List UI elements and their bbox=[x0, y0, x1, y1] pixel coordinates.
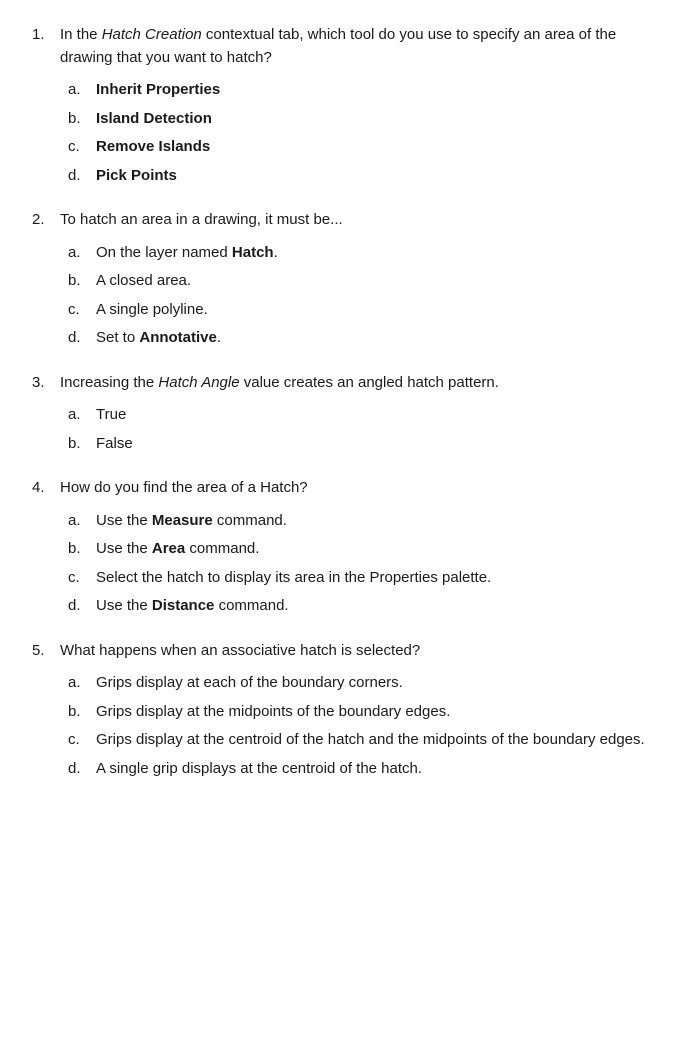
option-letter: b. bbox=[68, 433, 88, 456]
list-item: d. Use the Distance command. bbox=[68, 595, 666, 618]
option-text: A closed area. bbox=[96, 270, 666, 293]
option-letter: d. bbox=[68, 165, 88, 188]
list-item: c. Remove Islands bbox=[68, 136, 666, 159]
list-item: b. Island Detection bbox=[68, 108, 666, 131]
question-5-number: 5. bbox=[32, 640, 54, 663]
option-text: A single grip displays at the centroid o… bbox=[96, 758, 666, 781]
option-text: Use the Distance command. bbox=[96, 595, 666, 618]
question-1-number: 1. bbox=[32, 24, 54, 69]
question-5: 5. What happens when an associative hatc… bbox=[32, 640, 666, 781]
option-text: Use the Area command. bbox=[96, 538, 666, 561]
question-4: 4. How do you find the area of a Hatch? … bbox=[32, 477, 666, 618]
list-item: c. Grips display at the centroid of the … bbox=[68, 729, 666, 752]
option-text: Grips display at the midpoints of the bo… bbox=[96, 701, 666, 724]
option-text: A single polyline. bbox=[96, 299, 666, 322]
option-letter: c. bbox=[68, 729, 88, 752]
question-3: 3. Increasing the Hatch Angle value crea… bbox=[32, 372, 666, 456]
question-4-number: 4. bbox=[32, 477, 54, 500]
option-letter: b. bbox=[68, 701, 88, 724]
list-item: a. Grips display at each of the boundary… bbox=[68, 672, 666, 695]
option-letter: d. bbox=[68, 595, 88, 618]
option-text: Remove Islands bbox=[96, 136, 666, 159]
option-letter: a. bbox=[68, 242, 88, 265]
list-item: d. A single grip displays at the centroi… bbox=[68, 758, 666, 781]
question-3-number: 3. bbox=[32, 372, 54, 395]
option-text: Grips display at the centroid of the hat… bbox=[96, 729, 666, 752]
option-text: True bbox=[96, 404, 666, 427]
list-item: a. True bbox=[68, 404, 666, 427]
option-letter: b. bbox=[68, 270, 88, 293]
option-letter: b. bbox=[68, 108, 88, 131]
option-text: Island Detection bbox=[96, 108, 666, 131]
option-letter: a. bbox=[68, 672, 88, 695]
option-letter: c. bbox=[68, 136, 88, 159]
option-text: False bbox=[96, 433, 666, 456]
option-text: Inherit Properties bbox=[96, 79, 666, 102]
list-item: d. Set to Annotative. bbox=[68, 327, 666, 350]
question-1: 1. In the Hatch Creation contextual tab,… bbox=[32, 24, 666, 187]
question-1-text: In the Hatch Creation contextual tab, wh… bbox=[60, 24, 666, 69]
option-letter: d. bbox=[68, 758, 88, 781]
option-letter: c. bbox=[68, 299, 88, 322]
question-2: 2. To hatch an area in a drawing, it mus… bbox=[32, 209, 666, 350]
question-3-text: Increasing the Hatch Angle value creates… bbox=[60, 372, 666, 395]
option-text: Grips display at each of the boundary co… bbox=[96, 672, 666, 695]
option-letter: c. bbox=[68, 567, 88, 590]
question-2-text: To hatch an area in a drawing, it must b… bbox=[60, 209, 666, 232]
list-item: a. Use the Measure command. bbox=[68, 510, 666, 533]
option-text: Pick Points bbox=[96, 165, 666, 188]
list-item: b. False bbox=[68, 433, 666, 456]
list-item: b. Use the Area command. bbox=[68, 538, 666, 561]
question-3-options: a. True b. False bbox=[68, 404, 666, 455]
list-item: c. A single polyline. bbox=[68, 299, 666, 322]
list-item: a. On the layer named Hatch. bbox=[68, 242, 666, 265]
question-4-options: a. Use the Measure command. b. Use the A… bbox=[68, 510, 666, 618]
question-5-options: a. Grips display at each of the boundary… bbox=[68, 672, 666, 780]
option-letter: a. bbox=[68, 404, 88, 427]
option-text: Use the Measure command. bbox=[96, 510, 666, 533]
question-5-text: What happens when an associative hatch i… bbox=[60, 640, 666, 663]
question-4-text: How do you find the area of a Hatch? bbox=[60, 477, 666, 500]
question-1-options: a. Inherit Properties b. Island Detectio… bbox=[68, 79, 666, 187]
option-letter: a. bbox=[68, 79, 88, 102]
option-text: Set to Annotative. bbox=[96, 327, 666, 350]
option-letter: b. bbox=[68, 538, 88, 561]
list-item: b. Grips display at the midpoints of the… bbox=[68, 701, 666, 724]
question-2-number: 2. bbox=[32, 209, 54, 232]
list-item: c. Select the hatch to display its area … bbox=[68, 567, 666, 590]
list-item: b. A closed area. bbox=[68, 270, 666, 293]
list-item: a. Inherit Properties bbox=[68, 79, 666, 102]
quiz-container: 1. In the Hatch Creation contextual tab,… bbox=[32, 24, 666, 780]
option-letter: d. bbox=[68, 327, 88, 350]
list-item: d. Pick Points bbox=[68, 165, 666, 188]
question-2-options: a. On the layer named Hatch. b. A closed… bbox=[68, 242, 666, 350]
option-text: On the layer named Hatch. bbox=[96, 242, 666, 265]
option-letter: a. bbox=[68, 510, 88, 533]
option-text: Select the hatch to display its area in … bbox=[96, 567, 666, 590]
